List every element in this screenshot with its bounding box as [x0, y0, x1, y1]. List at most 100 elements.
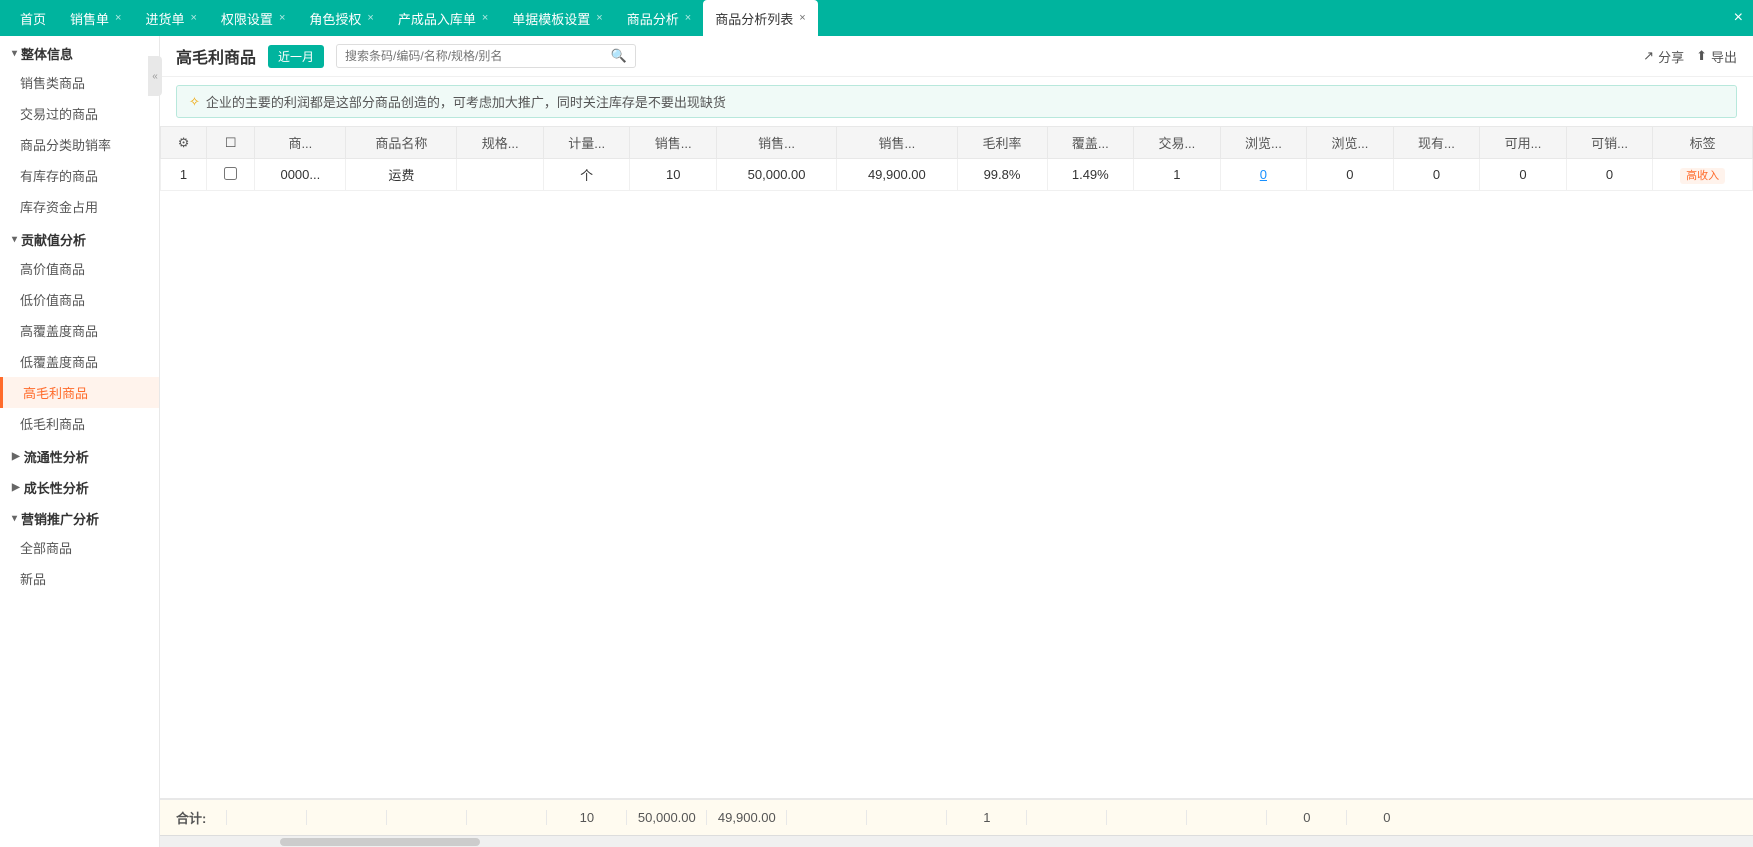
page-title: 高毛利商品 — [176, 44, 256, 68]
sidebar-group-contribution[interactable]: ▾ 贡献值分析 — [0, 222, 159, 253]
top-navbar: 首页 销售单 × 进货单 × 权限设置 × 角色授权 × 产成品入库单 × 单据… — [0, 0, 1753, 36]
col-views1[interactable]: 浏览... — [1220, 127, 1307, 159]
sidebar-item-high-margin[interactable]: 高毛利商品 — [0, 377, 159, 408]
col-tag[interactable]: 标签 — [1653, 127, 1753, 159]
sidebar-group-marketing[interactable]: ▾ 营销推广分析 — [0, 501, 159, 532]
search-box: 🔍 — [336, 44, 636, 68]
footer-sales-profit: 49,900.00 — [706, 810, 786, 825]
close-product-inbound-icon[interactable]: × — [482, 12, 488, 24]
export-button[interactable]: ⬆ 导出 — [1696, 47, 1737, 66]
period-button[interactable]: 近一月 — [268, 45, 324, 68]
table-container: ⚙ ☐ 商... 商品名称 规格... 计量... 销售... 销售... 销售… — [160, 126, 1753, 798]
col-spec[interactable]: 规格... — [457, 127, 544, 159]
data-table: ⚙ ☐ 商... 商品名称 规格... 计量... 销售... 销售... 销售… — [160, 126, 1753, 191]
header-actions: ↗ 分享 ⬆ 导出 — [1643, 47, 1737, 66]
sidebar-item-traded-goods[interactable]: 交易过的商品 — [0, 98, 159, 129]
tag-badge: 高收入 — [1680, 168, 1725, 184]
sidebar-item-stock-capital[interactable]: 库存资金占用 — [0, 191, 159, 222]
cell-checkbox[interactable] — [207, 159, 255, 191]
col-coverage[interactable]: 覆盖... — [1047, 127, 1134, 159]
close-sales-order-icon[interactable]: × — [115, 12, 121, 24]
close-template-settings-icon[interactable]: × — [596, 12, 602, 24]
sidebar-item-high-value[interactable]: 高价值商品 — [0, 253, 159, 284]
col-name[interactable]: 商品名称 — [346, 127, 457, 159]
close-app-button[interactable]: × — [1734, 9, 1743, 27]
sidebar-item-low-margin[interactable]: 低毛利商品 — [0, 408, 159, 439]
cell-sales-profit: 49,900.00 — [837, 159, 957, 191]
col-sales-profit[interactable]: 销售... — [837, 127, 957, 159]
nav-product-analysis-list[interactable]: 商品分析列表 × — [703, 0, 817, 36]
col-sales-qty[interactable]: 销售... — [630, 127, 717, 159]
nav-permission-settings[interactable]: 权限设置 × — [209, 0, 297, 36]
nav-sales-order[interactable]: 销售单 × — [58, 0, 133, 36]
cell-stock-current: 0 — [1393, 159, 1480, 191]
footer-cell-empty2 — [306, 810, 386, 825]
col-unit[interactable]: 计量... — [543, 127, 630, 159]
sidebar-item-low-coverage[interactable]: 低覆盖度商品 — [0, 346, 159, 377]
close-product-analysis-icon[interactable]: × — [685, 12, 691, 24]
footer-cells: 10 50,000.00 49,900.00 1 0 0 — [226, 810, 1426, 825]
nav-template-settings[interactable]: 单据模板设置 × — [500, 0, 614, 36]
col-stock-current[interactable]: 现有... — [1393, 127, 1480, 159]
scrollbar-thumb[interactable] — [280, 838, 480, 846]
sidebar-group-overall[interactable]: ▾ 整体信息 — [0, 36, 159, 67]
total-label: 合计: — [176, 808, 206, 827]
sidebar-item-high-coverage[interactable]: 高覆盖度商品 — [0, 315, 159, 346]
nav-product-analysis[interactable]: 商品分析 × — [615, 0, 703, 36]
footer-empty-views2 — [1106, 810, 1186, 825]
sidebar-group-liquidity[interactable]: ▶ 流通性分析 — [0, 439, 159, 470]
col-views2[interactable]: 浏览... — [1307, 127, 1394, 159]
footer-cell-empty1 — [226, 810, 306, 825]
col-gross-margin[interactable]: 毛利率 — [957, 127, 1047, 159]
col-checkbox[interactable]: ☐ — [207, 127, 255, 159]
col-settings[interactable]: ⚙ — [161, 127, 207, 159]
sidebar-item-all-goods[interactable]: 全部商品 — [0, 532, 159, 563]
nav-purchase-order[interactable]: 进货单 × — [133, 0, 208, 36]
sidebar-item-new-goods[interactable]: 新品 — [0, 563, 159, 594]
sidebar: ▾ 整体信息 销售类商品 交易过的商品 商品分类助销率 有库存的商品 库存资金占… — [0, 36, 160, 847]
footer-empty-margin — [786, 810, 866, 825]
footer-transactions: 1 — [946, 810, 1026, 825]
col-stock-available[interactable]: 可用... — [1480, 127, 1567, 159]
search-icon[interactable]: 🔍 — [611, 48, 627, 64]
sidebar-item-in-stock-goods[interactable]: 有库存的商品 — [0, 160, 159, 191]
cell-views1[interactable]: 0 — [1220, 159, 1307, 191]
table-header-row: ⚙ ☐ 商... 商品名称 规格... 计量... 销售... 销售... 销售… — [161, 127, 1753, 159]
horizontal-scrollbar[interactable] — [160, 835, 1753, 847]
content-area: 高毛利商品 近一月 🔍 ↗ 分享 ⬆ 导出 ✧ 企业的主要的利润都是这部分商品创… — [160, 36, 1753, 847]
cell-transactions: 1 — [1134, 159, 1221, 191]
share-button[interactable]: ↗ 分享 — [1643, 47, 1684, 66]
col-sales-amount[interactable]: 销售... — [716, 127, 836, 159]
nav-home[interactable]: 首页 — [8, 0, 58, 36]
main-layout: ▾ 整体信息 销售类商品 交易过的商品 商品分类助销率 有库存的商品 库存资金占… — [0, 36, 1753, 847]
col-stock-sellable[interactable]: 可销... — [1566, 127, 1653, 159]
nav-product-inbound[interactable]: 产成品入库单 × — [386, 0, 500, 36]
search-input[interactable] — [345, 49, 611, 63]
chevron-down-icon: ▾ — [12, 48, 17, 59]
row-checkbox[interactable] — [224, 167, 237, 180]
footer-stock-sellable: 0 — [1346, 810, 1426, 825]
cell-sales-qty: 10 — [630, 159, 717, 191]
footer-empty-views1 — [1026, 810, 1106, 825]
content-header: 高毛利商品 近一月 🔍 ↗ 分享 ⬆ 导出 — [160, 36, 1753, 77]
sidebar-item-low-value[interactable]: 低价值商品 — [0, 284, 159, 315]
close-permission-settings-icon[interactable]: × — [279, 12, 285, 24]
sidebar-item-category-sales-rate[interactable]: 商品分类助销率 — [0, 129, 159, 160]
sidebar-item-sales-goods[interactable]: 销售类商品 — [0, 67, 159, 98]
col-code[interactable]: 商... — [255, 127, 346, 159]
col-transactions[interactable]: 交易... — [1134, 127, 1221, 159]
close-product-analysis-list-icon[interactable]: × — [799, 12, 805, 24]
close-purchase-order-icon[interactable]: × — [190, 12, 196, 24]
chevron-right-icon-2: ▶ — [12, 482, 20, 493]
views1-link[interactable]: 0 — [1260, 167, 1267, 182]
cell-coverage: 1.49% — [1047, 159, 1134, 191]
close-role-auth-icon[interactable]: × — [367, 12, 373, 24]
cell-views2: 0 — [1307, 159, 1394, 191]
cell-name: 运费 — [346, 159, 457, 191]
footer-stock-available: 0 — [1266, 810, 1346, 825]
sidebar-collapse-button[interactable]: « — [148, 56, 162, 96]
cell-sales-amount: 50,000.00 — [716, 159, 836, 191]
footer-sales-qty: 10 — [546, 810, 626, 825]
nav-role-auth[interactable]: 角色授权 × — [297, 0, 385, 36]
sidebar-group-growth[interactable]: ▶ 成长性分析 — [0, 470, 159, 501]
